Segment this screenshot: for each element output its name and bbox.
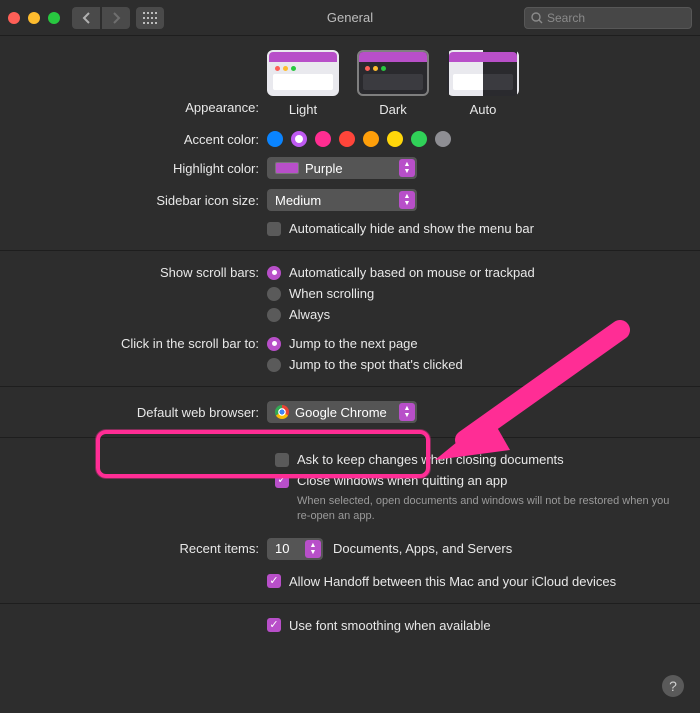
chevron-updown-icon: ▲▼ bbox=[399, 403, 415, 421]
show-all-preferences-button[interactable] bbox=[136, 7, 164, 29]
radio-icon bbox=[267, 287, 281, 301]
accent-swatch[interactable] bbox=[435, 131, 451, 147]
window-controls bbox=[8, 12, 60, 24]
recent-items-value: 10 bbox=[275, 541, 289, 556]
click-scroll-bar-label: Click in the scroll bar to: bbox=[20, 336, 267, 351]
radio-label: Jump to the next page bbox=[289, 336, 418, 351]
appearance-option-label: Dark bbox=[379, 102, 406, 117]
radio-icon bbox=[267, 266, 281, 280]
checkbox-label: Use font smoothing when available bbox=[289, 618, 491, 633]
default-browser-select[interactable]: Google Chrome ▲▼ bbox=[267, 401, 417, 423]
highlight-swatch-icon bbox=[275, 162, 299, 174]
back-button[interactable] bbox=[72, 7, 100, 29]
accent-swatch[interactable] bbox=[411, 131, 427, 147]
default-browser-value: Google Chrome bbox=[295, 405, 387, 420]
titlebar: General bbox=[0, 0, 700, 36]
recent-items-label: Recent items: bbox=[20, 541, 267, 556]
checkbox-label: Ask to keep changes when closing documen… bbox=[297, 452, 564, 467]
appearance-option-label: Light bbox=[289, 102, 317, 117]
recent-items-suffix: Documents, Apps, and Servers bbox=[333, 541, 512, 556]
sidebar-icon-size-label: Sidebar icon size: bbox=[20, 193, 267, 208]
checkbox-label: Close windows when quitting an app bbox=[297, 473, 507, 488]
sidebar-icon-size-value: Medium bbox=[275, 193, 321, 208]
appearance-option-dark[interactable]: Dark bbox=[357, 50, 429, 117]
search-icon bbox=[531, 12, 543, 24]
search-input[interactable] bbox=[547, 11, 685, 25]
appearance-option-auto[interactable]: Auto bbox=[447, 50, 519, 117]
accent-swatch[interactable] bbox=[291, 131, 307, 147]
radio-icon bbox=[267, 358, 281, 372]
scrollbars-radio[interactable]: When scrolling bbox=[267, 286, 535, 301]
forward-button[interactable] bbox=[102, 7, 130, 29]
appearance-options: Light Dark Auto bbox=[267, 50, 519, 117]
scroll-click-radio[interactable]: Jump to the next page bbox=[267, 336, 463, 351]
chevron-updown-icon: ▲▼ bbox=[399, 191, 415, 209]
accent-color-label: Accent color: bbox=[20, 132, 267, 147]
radio-label: Automatically based on mouse or trackpad bbox=[289, 265, 535, 280]
highlight-color-value: Purple bbox=[305, 161, 343, 176]
checkbox-label: Allow Handoff between this Mac and your … bbox=[289, 574, 616, 589]
ask-keep-changes-checkbox[interactable]: Ask to keep changes when closing documen… bbox=[275, 452, 680, 467]
close-window-button[interactable] bbox=[8, 12, 20, 24]
scrollbars-radio[interactable]: Automatically based on mouse or trackpad bbox=[267, 265, 535, 280]
chevron-updown-icon: ▲▼ bbox=[305, 540, 321, 558]
appearance-option-label: Auto bbox=[470, 102, 497, 117]
zoom-window-button[interactable] bbox=[48, 12, 60, 24]
checkbox-icon bbox=[267, 574, 281, 588]
close-windows-checkbox[interactable]: Close windows when quitting an app bbox=[275, 473, 680, 488]
accent-color-swatches bbox=[267, 131, 451, 147]
checkbox-icon bbox=[275, 474, 289, 488]
accent-swatch[interactable] bbox=[387, 131, 403, 147]
search-field[interactable] bbox=[524, 7, 692, 29]
handoff-checkbox[interactable]: Allow Handoff between this Mac and your … bbox=[267, 574, 616, 589]
accent-swatch[interactable] bbox=[363, 131, 379, 147]
checkbox-icon bbox=[275, 453, 289, 467]
minimize-window-button[interactable] bbox=[28, 12, 40, 24]
autohide-menubar-checkbox[interactable]: Automatically hide and show the menu bar bbox=[267, 221, 534, 236]
nav-group bbox=[72, 7, 130, 29]
accent-swatch[interactable] bbox=[339, 131, 355, 147]
chrome-icon bbox=[275, 405, 289, 419]
default-browser-label: Default web browser: bbox=[20, 405, 267, 420]
checkbox-icon bbox=[267, 222, 281, 236]
sidebar-icon-size-select[interactable]: Medium ▲▼ bbox=[267, 189, 417, 211]
radio-label: Jump to the spot that's clicked bbox=[289, 357, 463, 372]
recent-items-select[interactable]: 10 ▲▼ bbox=[267, 538, 323, 560]
radio-label: Always bbox=[289, 307, 330, 322]
font-smoothing-checkbox[interactable]: Use font smoothing when available bbox=[267, 618, 491, 633]
scroll-click-radio[interactable]: Jump to the spot that's clicked bbox=[267, 357, 463, 372]
accent-swatch[interactable] bbox=[315, 131, 331, 147]
appearance-label: Appearance: bbox=[20, 50, 267, 115]
show-scroll-bars-label: Show scroll bars: bbox=[20, 265, 267, 280]
radio-label: When scrolling bbox=[289, 286, 374, 301]
help-button[interactable]: ? bbox=[662, 675, 684, 697]
checkbox-icon bbox=[267, 618, 281, 632]
radio-icon bbox=[267, 308, 281, 322]
appearance-option-light[interactable]: Light bbox=[267, 50, 339, 117]
accent-swatch[interactable] bbox=[267, 131, 283, 147]
highlight-color-select[interactable]: Purple ▲▼ bbox=[267, 157, 417, 179]
chevron-updown-icon: ▲▼ bbox=[399, 159, 415, 177]
close-windows-note: When selected, open documents and window… bbox=[297, 494, 677, 524]
radio-icon bbox=[267, 337, 281, 351]
highlight-color-label: Highlight color: bbox=[20, 161, 267, 176]
checkbox-label: Automatically hide and show the menu bar bbox=[289, 221, 534, 236]
scrollbars-radio[interactable]: Always bbox=[267, 307, 535, 322]
